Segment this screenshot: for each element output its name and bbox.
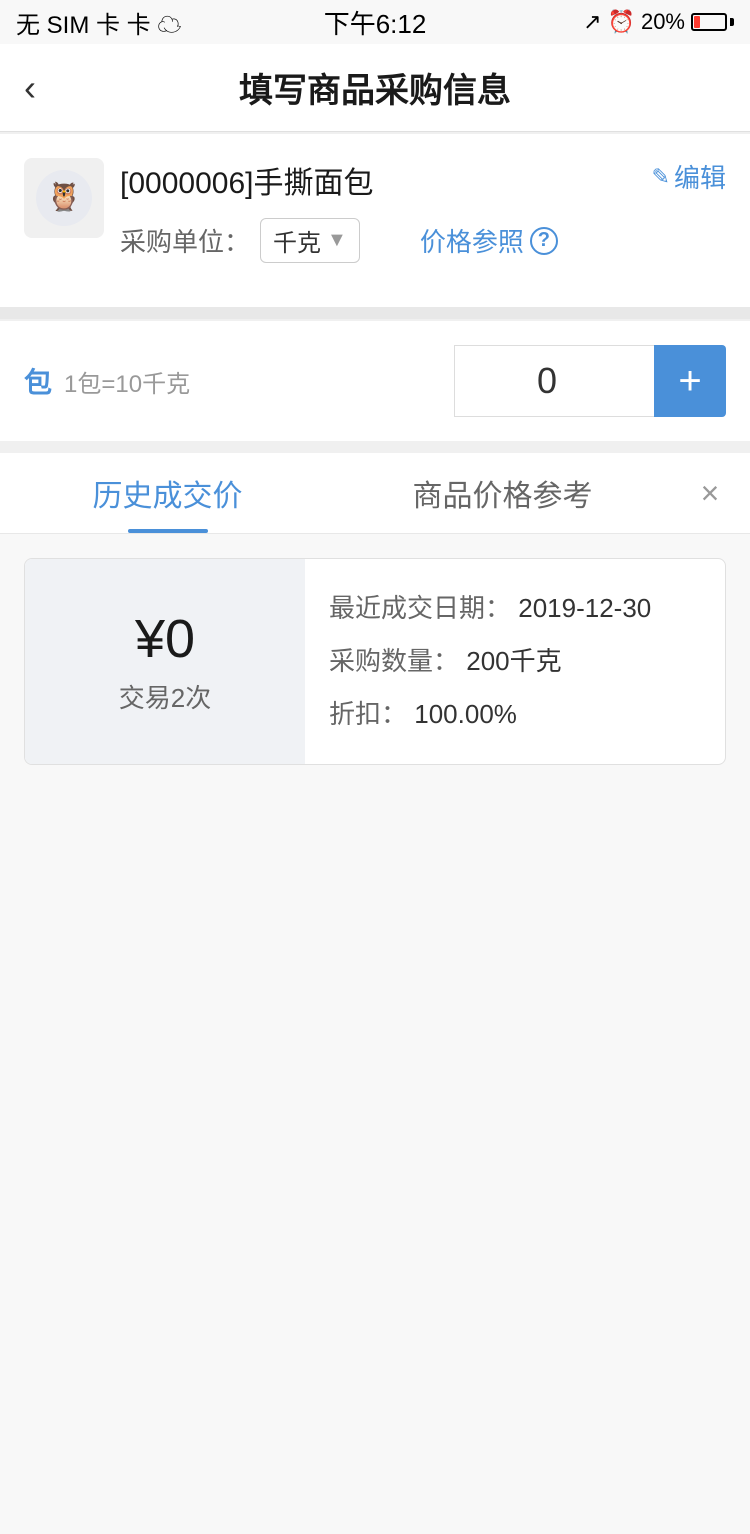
carrier-label: 无 SIM 卡 卡 ☁	[16, 5, 181, 40]
quantity-plus-button[interactable]: +	[654, 345, 726, 417]
purchase-qty-value: 200千克	[466, 646, 561, 676]
quantity-conversion-label: 1包=10千克	[64, 364, 190, 399]
quantity-input[interactable]	[454, 345, 654, 417]
battery-percent: 20%	[641, 9, 685, 35]
product-unit-row: 采购单位： 千克 ▼ 价格参照 ?	[120, 218, 558, 263]
alarm-icon: ⏰	[608, 9, 635, 35]
edit-button[interactable]: ✎ 编辑	[652, 158, 726, 195]
location-icon: ↗	[583, 9, 601, 35]
price-ref-button[interactable]: 价格参照 ?	[420, 222, 558, 259]
help-icon: ?	[530, 227, 558, 255]
bottom-area	[0, 934, 750, 1534]
quantity-row: 包 1包=10千克 +	[0, 321, 750, 441]
product-header: 🦉 [0000006]手撕面包 采购单位： 千克 ▼ 价格参照 ?	[24, 158, 726, 263]
product-logo-icon: 🦉	[34, 168, 94, 228]
history-trade-count: 交易2次	[119, 678, 211, 715]
history-detail-panel: 最近成交日期： 2019-12-30 采购数量： 200千克 折扣： 100.0…	[305, 559, 725, 764]
status-bar: 无 SIM 卡 卡 ☁ 下午6:12 ↗ ⏰ 20%	[0, 0, 750, 44]
tab-close-button[interactable]: ×	[670, 453, 750, 533]
discount-label: 折扣：	[329, 699, 407, 729]
back-button[interactable]: ‹	[24, 67, 36, 109]
recent-date-value: 2019-12-30	[518, 593, 651, 623]
tab-product-price-ref[interactable]: 商品价格参考	[335, 453, 670, 533]
dropdown-arrow-icon: ▼	[327, 229, 347, 252]
section-divider	[0, 307, 750, 319]
unit-label: 采购单位：	[120, 222, 250, 259]
quantity-left: 包 1包=10千克	[24, 361, 190, 401]
product-name: [0000006]手撕面包	[120, 158, 558, 202]
history-price-panel: ¥0 交易2次	[25, 559, 305, 764]
product-card: 🦉 [0000006]手撕面包 采购单位： 千克 ▼ 价格参照 ?	[0, 134, 750, 307]
unit-value: 千克	[273, 223, 321, 258]
status-right: ↗ ⏰ 20%	[583, 9, 734, 35]
discount-value: 100.00%	[414, 699, 517, 729]
tab-bar: 历史成交价 商品价格参考 ×	[0, 453, 750, 534]
battery-icon	[691, 13, 734, 31]
quantity-input-area: +	[454, 345, 726, 417]
content-area: ¥0 交易2次 最近成交日期： 2019-12-30 采购数量： 200千克 折…	[0, 534, 750, 934]
quantity-unit-badge: 包	[24, 361, 52, 401]
unit-selector[interactable]: 千克 ▼	[260, 218, 360, 263]
discount-line: 折扣： 100.00%	[329, 695, 701, 734]
page-title: 填写商品采购信息	[239, 63, 511, 112]
tab-history-price[interactable]: 历史成交价	[0, 453, 335, 533]
nav-bar: ‹ 填写商品采购信息	[0, 44, 750, 132]
history-price: ¥0	[135, 608, 195, 670]
recent-date-line: 最近成交日期： 2019-12-30	[329, 589, 701, 628]
product-thumbnail: 🦉	[24, 158, 104, 238]
recent-date-label: 最近成交日期：	[329, 593, 511, 623]
svg-text:🦉: 🦉	[47, 181, 82, 213]
history-card: ¥0 交易2次 最近成交日期： 2019-12-30 采购数量： 200千克 折…	[24, 558, 726, 765]
product-left: 🦉 [0000006]手撕面包 采购单位： 千克 ▼ 价格参照 ?	[24, 158, 558, 263]
purchase-qty-line: 采购数量： 200千克	[329, 642, 701, 681]
time-label: 下午6:12	[324, 4, 427, 41]
purchase-qty-label: 采购数量：	[329, 646, 459, 676]
product-info: [0000006]手撕面包 采购单位： 千克 ▼ 价格参照 ?	[120, 158, 558, 263]
